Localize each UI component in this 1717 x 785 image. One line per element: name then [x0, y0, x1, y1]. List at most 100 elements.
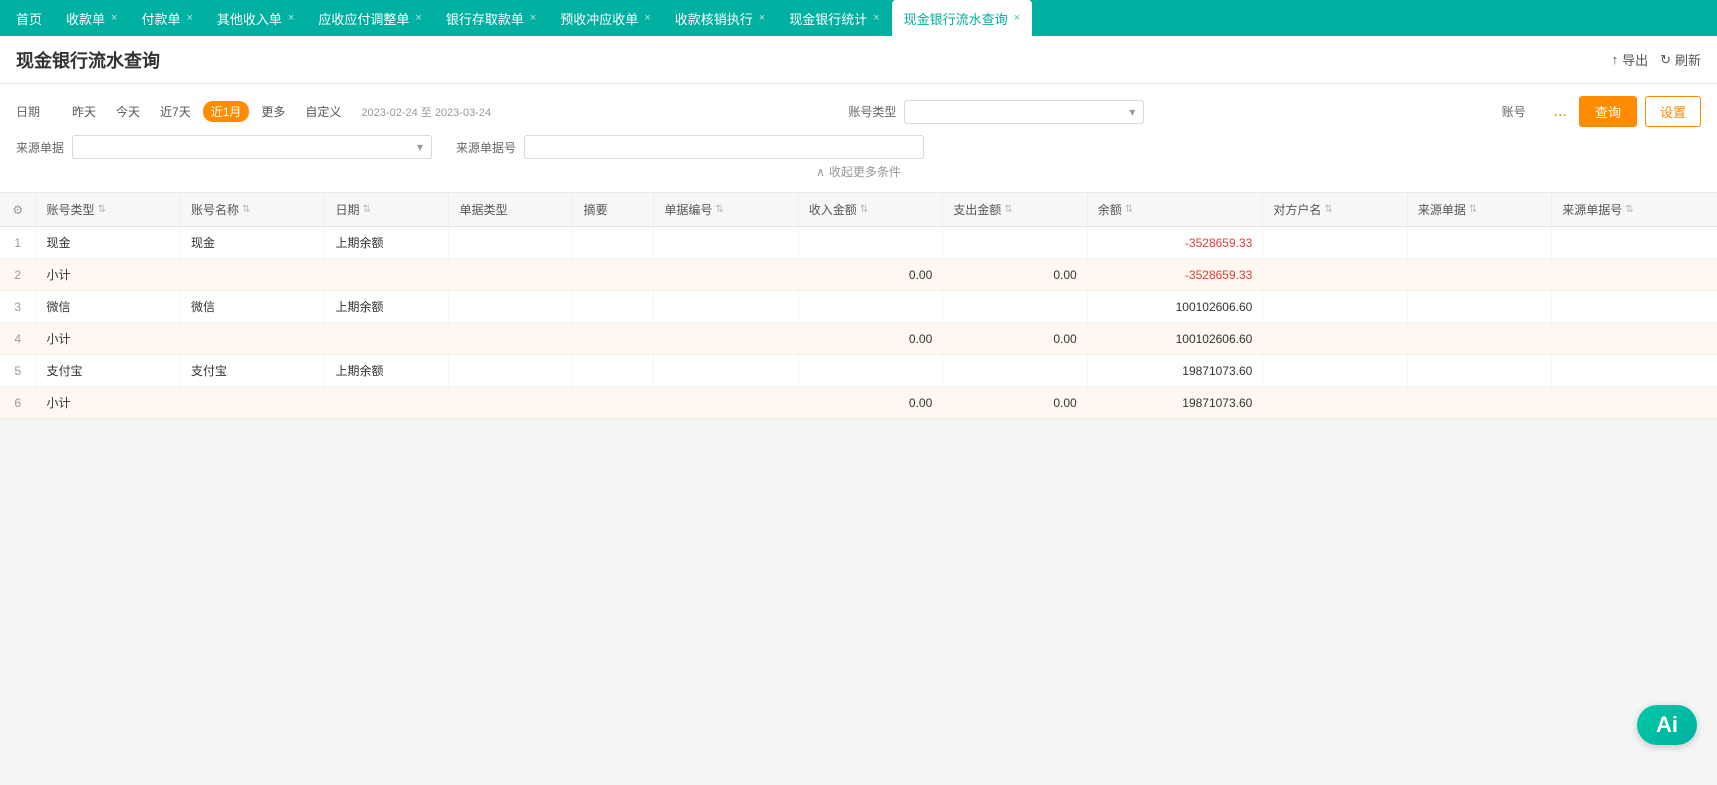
close-icon[interactable]: × — [288, 12, 294, 24]
refresh-button[interactable]: ↻ 刷新 — [1660, 50, 1701, 69]
td-counterparty — [1263, 387, 1407, 419]
td-summary — [573, 323, 654, 355]
th-expense: 支出金额⇅ — [943, 193, 1087, 227]
td-row-num: 6 — [0, 387, 36, 419]
td-source-doc-num — [1552, 259, 1717, 291]
table-row: 5 支付宝 支付宝 上期余额 19871073.60 — [0, 355, 1717, 387]
date-label: 日期 — [16, 103, 56, 120]
td-account-type: 小计 — [36, 387, 180, 419]
close-icon[interactable]: × — [1014, 12, 1020, 24]
table-row: 3 微信 微信 上期余额 100102606.60 — [0, 291, 1717, 323]
sort-icon[interactable]: ⇅ — [1625, 204, 1633, 215]
nav-tab-4[interactable]: 银行存取款单 × — [434, 0, 548, 36]
close-icon[interactable]: × — [759, 12, 765, 24]
th-source-doc-num: 来源单据号⇅ — [1552, 193, 1717, 227]
td-account-name: 微信 — [180, 291, 324, 323]
sort-icon[interactable]: ⇅ — [98, 204, 106, 215]
date-opt-custom[interactable]: 自定义 — [297, 101, 349, 122]
td-balance: 19871073.60 — [1087, 387, 1263, 419]
close-icon[interactable]: × — [111, 12, 117, 24]
td-summary — [573, 291, 654, 323]
nav-tab-0[interactable]: 收款单 × — [54, 0, 129, 36]
sort-icon[interactable]: ⇅ — [1004, 204, 1012, 215]
collapse-bar[interactable]: ∧ 收起更多条件 — [16, 159, 1701, 180]
query-button[interactable]: 查询 — [1579, 96, 1637, 127]
close-icon[interactable]: × — [530, 12, 536, 24]
nav-tab-5[interactable]: 预收冲应收单 × — [548, 0, 662, 36]
sort-icon[interactable]: ⇅ — [1324, 204, 1332, 215]
account-dots-button[interactable]: ... — [1550, 103, 1571, 121]
sort-icon[interactable]: ⇅ — [242, 204, 250, 215]
td-doc-num — [654, 227, 798, 259]
date-opt-yesterday[interactable]: 昨天 — [64, 101, 104, 122]
nav-home[interactable]: 首页 — [4, 9, 54, 28]
td-balance: -3528659.33 — [1087, 259, 1263, 291]
td-row-num: 4 — [0, 323, 36, 355]
sort-icon[interactable]: ⇅ — [715, 204, 723, 215]
td-account-name — [180, 323, 324, 355]
td-summary — [573, 227, 654, 259]
td-doc-num — [654, 323, 798, 355]
sort-icon[interactable]: ⇅ — [1125, 204, 1133, 215]
close-icon[interactable]: × — [415, 12, 421, 24]
td-summary — [573, 259, 654, 291]
date-range-text: 2023-02-24 至 2023-03-24 — [361, 104, 491, 120]
td-counterparty — [1263, 259, 1407, 291]
chevron-up-icon: ∧ — [816, 165, 825, 179]
td-date — [325, 387, 449, 419]
source-doc-num-label: 来源单据号 — [456, 139, 516, 156]
td-expense: 0.00 — [943, 323, 1087, 355]
td-expense: 0.00 — [943, 259, 1087, 291]
chevron-down-icon: ▾ — [417, 140, 423, 154]
nav-tab-1[interactable]: 付款单 × — [129, 0, 204, 36]
close-icon[interactable]: × — [873, 12, 879, 24]
close-icon[interactable]: × — [644, 12, 650, 24]
td-income: 0.00 — [798, 387, 942, 419]
close-icon[interactable]: × — [186, 12, 192, 24]
td-counterparty — [1263, 355, 1407, 387]
sort-icon[interactable]: ⇅ — [1469, 204, 1477, 215]
account-type-label: 账号类型 — [848, 103, 896, 120]
sort-icon[interactable]: ⇅ — [860, 204, 868, 215]
date-opt-1month[interactable]: 近1月 — [203, 101, 250, 122]
date-opt-today[interactable]: 今天 — [108, 101, 148, 122]
td-account-name — [180, 387, 324, 419]
nav-tab-8[interactable]: 现金银行流水查询 × — [892, 0, 1032, 36]
td-expense — [943, 227, 1087, 259]
export-button[interactable]: ↑ 导出 — [1612, 50, 1649, 69]
nav-tab-6[interactable]: 收款核销执行 × — [663, 0, 777, 36]
account-type-select[interactable]: ▾ — [904, 100, 1144, 124]
td-source-doc-num — [1552, 227, 1717, 259]
td-income — [798, 355, 942, 387]
date-opt-more[interactable]: 更多 — [253, 101, 293, 122]
td-source-doc — [1407, 259, 1551, 291]
td-row-num: 2 — [0, 259, 36, 291]
ai-badge[interactable]: Ai — [1637, 705, 1697, 745]
nav-tab-2[interactable]: 其他收入单 × — [205, 0, 306, 36]
td-counterparty — [1263, 323, 1407, 355]
filter-area: 日期 昨天 今天 近7天 近1月 更多 自定义 2023-02-24 至 202… — [0, 84, 1717, 193]
td-income: 0.00 — [798, 259, 942, 291]
th-balance: 余额⇅ — [1087, 193, 1263, 227]
table-row: 6 小计 0.00 0.00 19871073.60 — [0, 387, 1717, 419]
td-income — [798, 291, 942, 323]
td-balance: -3528659.33 — [1087, 227, 1263, 259]
td-row-num: 5 — [0, 355, 36, 387]
sort-icon[interactable]: ⇅ — [362, 204, 370, 215]
td-counterparty — [1263, 227, 1407, 259]
source-doc-num-input[interactable] — [524, 135, 924, 159]
table-header-row: ⚙ 账号类型⇅ 账号名称⇅ 日期⇅ 单据类型 摘要 单据编号⇅ 收入金额⇅ — [0, 193, 1717, 227]
chevron-down-icon: ▾ — [1129, 105, 1135, 119]
nav-tab-3[interactable]: 应收应付调整单 × — [306, 0, 433, 36]
td-account-type: 支付宝 — [36, 355, 180, 387]
date-opt-7days[interactable]: 近7天 — [152, 101, 199, 122]
settings-button[interactable]: 设置 — [1645, 96, 1701, 127]
gear-icon[interactable]: ⚙ — [12, 203, 23, 217]
th-income: 收入金额⇅ — [798, 193, 942, 227]
source-doc-select[interactable]: ▾ — [72, 135, 432, 159]
table-body: 1 现金 现金 上期余额 -3528659.33 2 小计 0.00 0.00 … — [0, 227, 1717, 419]
td-source-doc-num — [1552, 323, 1717, 355]
td-expense: 0.00 — [943, 387, 1087, 419]
table-row: 4 小计 0.00 0.00 100102606.60 — [0, 323, 1717, 355]
nav-tab-7[interactable]: 现金银行统计 × — [777, 0, 891, 36]
